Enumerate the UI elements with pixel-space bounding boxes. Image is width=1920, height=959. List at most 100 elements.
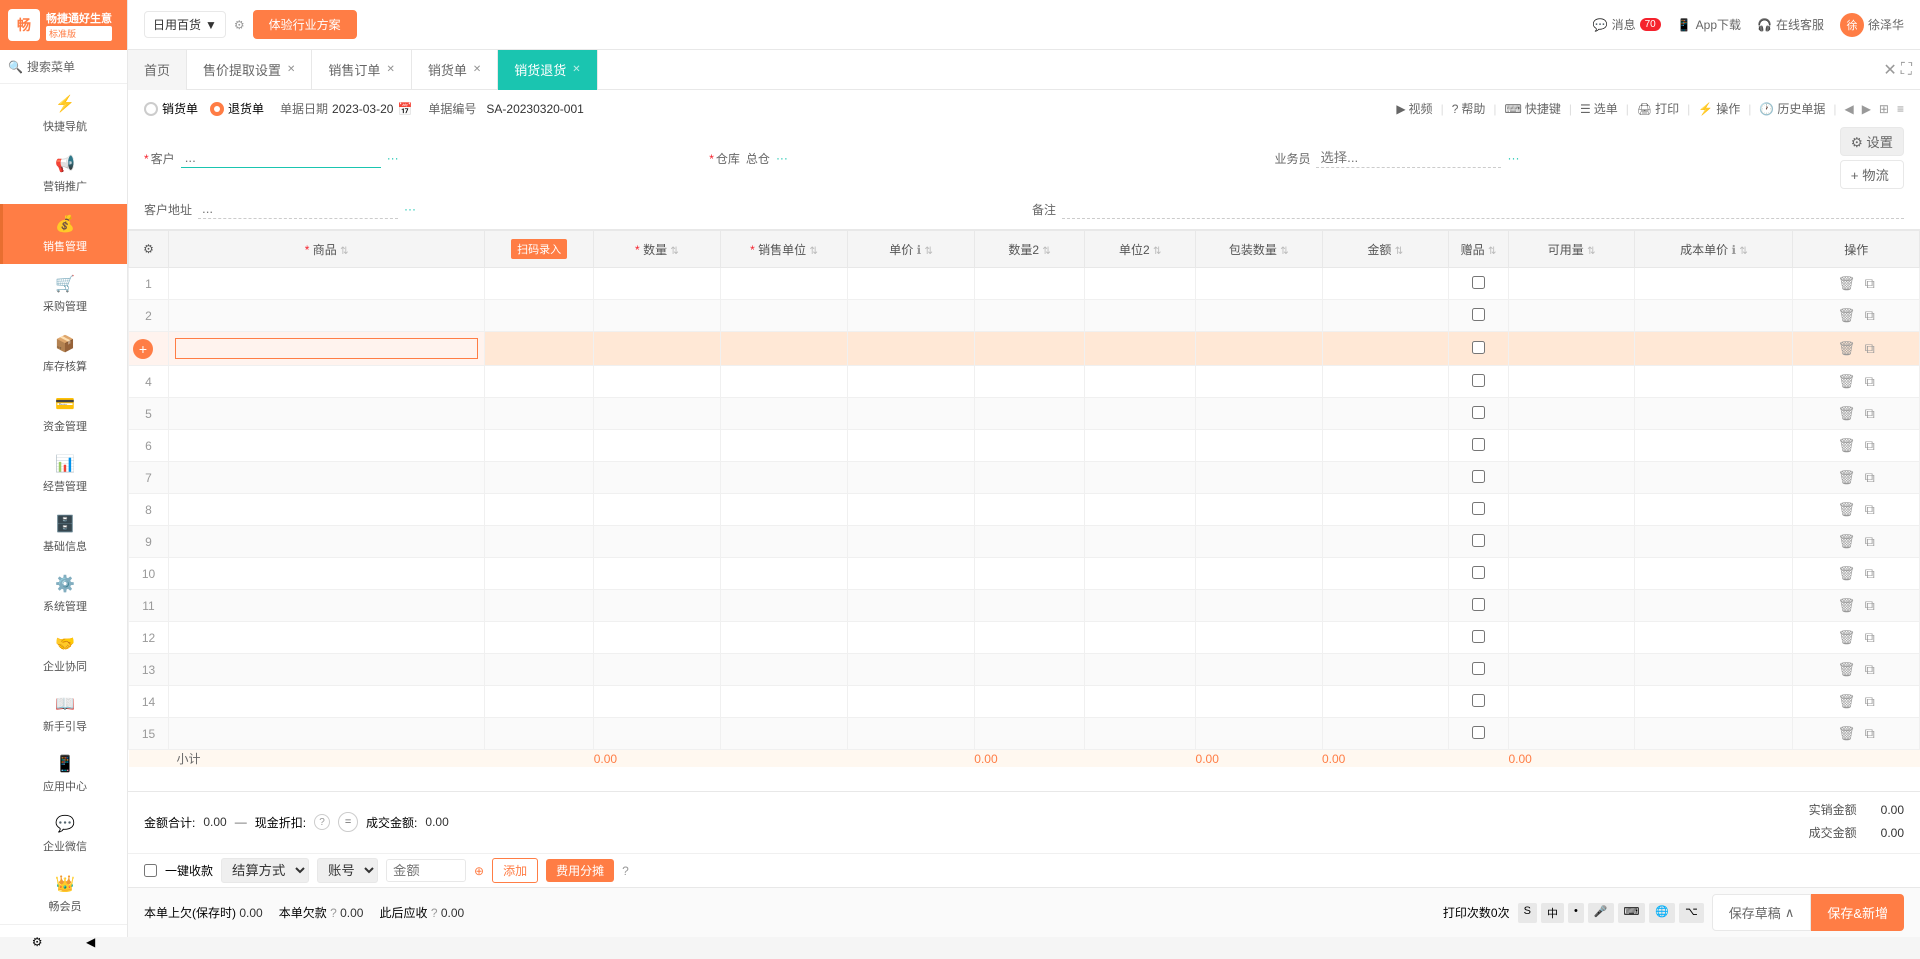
delete-row-btn[interactable]: 🗑 <box>1835 373 1859 390</box>
toolbar-select[interactable]: ☰ 选单 <box>1580 100 1618 117</box>
gift-checkbox[interactable] <box>1472 598 1485 611</box>
goods-input[interactable] <box>175 338 478 359</box>
sales-unit-cell[interactable] <box>720 268 848 300</box>
tab-home[interactable]: 首页 <box>128 50 187 90</box>
ime-btn[interactable]: 🎤 <box>1588 903 1614 923</box>
warehouse-more-icon[interactable]: ··· <box>776 151 788 165</box>
close-tab-icon[interactable]: ✕ <box>1883 60 1896 80</box>
ime-btn[interactable]: 🌐 <box>1649 903 1675 923</box>
customer-input[interactable] <box>181 148 381 168</box>
calc-method-select[interactable]: 结算方式 <box>221 858 309 883</box>
gift-checkbox[interactable] <box>1472 276 1485 289</box>
copy-row-btn[interactable]: ⧉ <box>1862 469 1878 486</box>
toolbar-operate[interactable]: ⚡ 操作 <box>1698 100 1740 117</box>
online-service-btn[interactable]: 🎧 在线客服 <box>1757 16 1824 33</box>
delete-row-btn[interactable]: 🗑 <box>1835 307 1859 324</box>
copy-row-btn[interactable]: ⧉ <box>1862 340 1878 357</box>
list-view-icon[interactable]: ≡ <box>1897 102 1904 116</box>
one-click-payment-checkbox[interactable] <box>144 864 157 877</box>
collapse-icon[interactable]: ◀ <box>86 935 95 949</box>
delete-row-btn[interactable]: 🗑 <box>1835 661 1859 678</box>
sidebar-item-marketing[interactable]: 📢 营销推广 <box>0 144 127 204</box>
ime-btn[interactable]: ⌥ <box>1679 903 1704 923</box>
copy-row-btn[interactable]: ⧉ <box>1862 405 1878 422</box>
copy-row-btn[interactable]: ⧉ <box>1862 437 1878 454</box>
add-row-btn[interactable]: + <box>133 339 153 359</box>
tab-close-icon[interactable]: ✕ <box>386 64 394 75</box>
tab-close-icon[interactable]: ✕ <box>572 64 580 75</box>
remark-input[interactable] <box>1062 199 1904 219</box>
copy-row-btn[interactable]: ⧉ <box>1862 533 1878 550</box>
copy-row-btn[interactable]: ⧉ <box>1862 373 1878 390</box>
receivable-info-icon[interactable]: ? <box>431 906 438 920</box>
gift-checkbox[interactable] <box>1472 374 1485 387</box>
copy-row-btn[interactable]: ⧉ <box>1862 693 1878 710</box>
copy-row-btn[interactable]: ⧉ <box>1862 597 1878 614</box>
message-btn[interactable]: 💬 消息 70 <box>1593 16 1661 33</box>
setting-btn[interactable]: ⚙ 设置 <box>1840 127 1904 156</box>
grid-view-icon[interactable]: ⊞ <box>1879 102 1889 116</box>
copy-row-btn[interactable]: ⧉ <box>1862 725 1878 742</box>
trial-btn[interactable]: 体验行业方案 <box>253 10 357 39</box>
sidebar-item-basic[interactable]: 🗄️ 基础信息 <box>0 504 127 564</box>
save-draft-btn[interactable]: 保存草稿 ∧ <box>1712 894 1812 931</box>
toolbar-history[interactable]: 🕐 历史单据 <box>1759 100 1825 117</box>
calendar-icon[interactable]: 📅 <box>397 102 412 116</box>
copy-row-btn[interactable]: ⧉ <box>1862 565 1878 582</box>
gift-checkbox[interactable] <box>1472 502 1485 515</box>
gift-checkbox[interactable] <box>1472 726 1485 739</box>
customer-more-icon[interactable]: ··· <box>387 151 399 165</box>
ime-btn[interactable]: 中 <box>1541 903 1564 923</box>
delete-row-btn[interactable]: 🗑 <box>1835 629 1859 646</box>
sidebar-item-sales[interactable]: 💰 销售管理 <box>0 204 127 264</box>
tab-price-setting[interactable]: 售价提取设置 ✕ <box>187 50 312 90</box>
sidebar-item-newbie[interactable]: 📖 新手引导 <box>0 684 127 744</box>
tab-sales-order[interactable]: 销售订单 ✕ <box>312 50 411 90</box>
delete-row-btn[interactable]: 🗑 <box>1835 533 1859 550</box>
radio-sale[interactable]: 销货单 <box>144 100 198 117</box>
delete-row-btn[interactable]: 🗑 <box>1835 437 1859 454</box>
gift-checkbox[interactable] <box>1472 534 1485 547</box>
fee-info-icon[interactable]: ? <box>622 864 629 878</box>
ime-btn[interactable]: • <box>1568 903 1584 923</box>
copy-row-btn[interactable]: ⧉ <box>1862 661 1878 678</box>
radio-return[interactable]: 退货单 <box>210 100 264 117</box>
copy-row-btn[interactable]: ⧉ <box>1862 275 1878 292</box>
sidebar-search[interactable]: 🔍 搜索菜单 <box>0 50 127 84</box>
scan-btn[interactable]: 扫码录入 <box>511 239 567 259</box>
ime-btn[interactable]: ⌨ <box>1618 903 1646 923</box>
sidebar-item-wechat[interactable]: 💬 企业微信 <box>0 804 127 864</box>
gift-checkbox[interactable] <box>1472 694 1485 707</box>
next-record-icon[interactable]: ▶ <box>1862 102 1871 116</box>
delete-row-btn[interactable]: 🗑 <box>1835 469 1859 486</box>
gift-checkbox[interactable] <box>1472 630 1485 643</box>
gift-checkbox[interactable] <box>1472 308 1485 321</box>
delete-row-btn[interactable]: 🗑 <box>1835 597 1859 614</box>
delete-row-btn[interactable]: 🗑 <box>1835 405 1859 422</box>
sidebar-item-system[interactable]: ⚙️ 系统管理 <box>0 564 127 624</box>
toolbar-print[interactable]: 🖨 打印 <box>1637 100 1679 117</box>
save-new-btn[interactable]: 保存&新增 <box>1811 894 1904 931</box>
copy-row-btn[interactable]: ⧉ <box>1862 501 1878 518</box>
gift-checkbox[interactable] <box>1472 406 1485 419</box>
delete-row-btn[interactable]: 🗑 <box>1835 725 1859 742</box>
delete-row-btn[interactable]: 🗑 <box>1835 275 1859 292</box>
arrears-info-icon[interactable]: ? <box>330 906 337 920</box>
settings-bottom-icon[interactable]: ⚙ <box>32 935 43 949</box>
sidebar-item-finance[interactable]: 💳 资金管理 <box>0 384 127 444</box>
app-download-btn[interactable]: 📱 App下载 <box>1677 16 1741 33</box>
delete-row-btn[interactable]: 🗑 <box>1835 565 1859 582</box>
delete-row-btn[interactable]: 🗑 <box>1835 693 1859 710</box>
expand-icon[interactable]: ⛶ <box>1901 61 1912 79</box>
quantity-cell[interactable] <box>594 268 720 300</box>
gift-checkbox[interactable] <box>1472 662 1485 675</box>
delete-row-btn[interactable]: 🗑 <box>1835 340 1859 357</box>
tab-sales-shipment[interactable]: 销货单 ✕ <box>412 50 498 90</box>
sidebar-item-enterprise[interactable]: 🤝 企业协同 <box>0 624 127 684</box>
tab-sales-return[interactable]: 销货退货 ✕ <box>498 50 597 90</box>
industry-dropdown[interactable]: 日用百货 ▼ <box>144 11 226 38</box>
sidebar-item-purchase[interactable]: 🛒 采购管理 <box>0 264 127 324</box>
gift-checkbox[interactable] <box>1472 341 1485 354</box>
sidebar-item-member[interactable]: 👑 畅会员 <box>0 864 127 924</box>
toolbar-help[interactable]: ? 帮助 <box>1452 100 1486 117</box>
